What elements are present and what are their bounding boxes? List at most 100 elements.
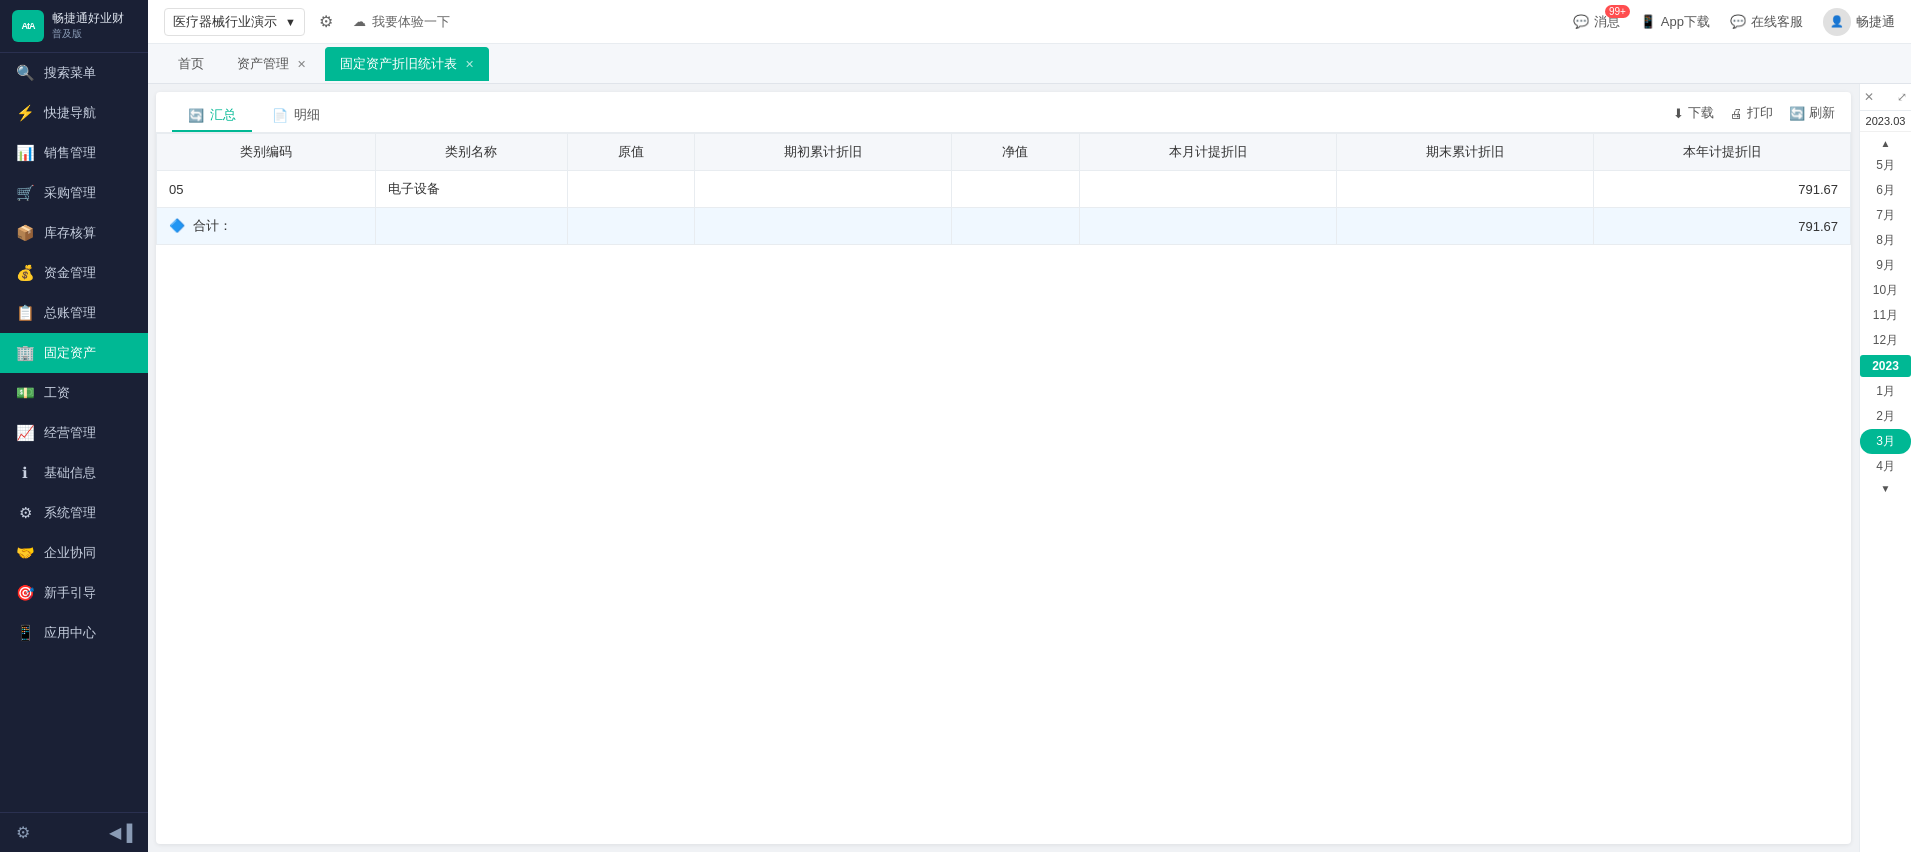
sidebar-footer: ⚙ ◀▐: [0, 812, 148, 852]
total-expand-icon[interactable]: 🔷: [169, 218, 185, 233]
col-initial-accum: 期初累计折旧: [695, 134, 952, 171]
month-7[interactable]: 7月: [1860, 203, 1911, 228]
sidebar-item-label: 固定资产: [44, 344, 96, 362]
sidebar-item-ledger[interactable]: 📋 总账管理: [0, 293, 148, 333]
month-11[interactable]: 11月: [1860, 303, 1911, 328]
basicinfo-icon: ℹ: [16, 464, 34, 482]
subtab-detail[interactable]: 📄 明细: [256, 100, 336, 132]
month-3-active[interactable]: 3月: [1860, 429, 1911, 454]
tab-assets-mgmt[interactable]: 资产管理 ✕: [222, 47, 321, 81]
col-name: 类别名称: [375, 134, 567, 171]
month-5[interactable]: 5月: [1860, 153, 1911, 178]
messages-button[interactable]: 💬 消息 99+: [1573, 13, 1620, 31]
quicknav-icon: ⚡: [16, 104, 34, 122]
month-12[interactable]: 12月: [1860, 328, 1911, 353]
sidebar-item-quicknav[interactable]: ⚡ 快捷导航: [0, 93, 148, 133]
print-icon: 🖨: [1730, 106, 1743, 121]
sidebar-item-label: 销售管理: [44, 144, 96, 162]
month-2[interactable]: 2月: [1860, 404, 1911, 429]
cell-code: 05: [157, 171, 376, 208]
search-icon: 🔍: [16, 64, 34, 82]
month-4[interactable]: 4月: [1860, 454, 1911, 479]
nav-up-button[interactable]: ▲: [1860, 134, 1911, 153]
sidebar-item-label: 库存核算: [44, 224, 96, 242]
customer-service-button[interactable]: 💬 在线客服: [1730, 13, 1803, 31]
download-button[interactable]: ⬇ 下载: [1673, 104, 1714, 122]
sidebar-item-assets[interactable]: 🏢 固定资产: [0, 333, 148, 373]
logo-sub: 普及版: [52, 27, 124, 41]
sidebar-item-label: 系统管理: [44, 504, 96, 522]
app-logo: AtA 畅捷通好业财 普及版: [0, 0, 148, 53]
sidebar-item-label: 搜索菜单: [44, 64, 96, 82]
month-9[interactable]: 9月: [1860, 253, 1911, 278]
sidebar-item-guide[interactable]: 🎯 新手引导: [0, 573, 148, 613]
subtab-bar: 🔄 汇总 📄 明细 ⬇ 下载 🖨 打印: [156, 92, 1851, 133]
sales-icon: 📊: [16, 144, 34, 162]
total-label: 合计：: [193, 218, 232, 233]
tab-depreciation[interactable]: 固定资产折旧统计表 ✕: [325, 47, 489, 81]
sidebar-item-label: 基础信息: [44, 464, 96, 482]
sidebar-item-enterprise[interactable]: 🤝 企业协同: [0, 533, 148, 573]
close-panel-icon[interactable]: ✕: [1864, 90, 1874, 104]
company-selector[interactable]: 医疗器械行业演示 ▼: [164, 8, 305, 36]
sidebar-item-payroll[interactable]: 💵 工资: [0, 373, 148, 413]
sidebar-item-search[interactable]: 🔍 搜索菜单: [0, 53, 148, 93]
month-6[interactable]: 6月: [1860, 178, 1911, 203]
month-8[interactable]: 8月: [1860, 228, 1911, 253]
sidebar-item-label: 总账管理: [44, 304, 96, 322]
total-period-end-accum: [1336, 208, 1593, 245]
logo-icon: AtA: [12, 10, 44, 42]
settings-footer-icon[interactable]: ⚙: [16, 823, 30, 842]
col-net: 净值: [952, 134, 1079, 171]
refresh-button[interactable]: 🔄 刷新: [1789, 104, 1835, 122]
download-label: 下载: [1688, 104, 1714, 122]
sidebar-item-label: 企业协同: [44, 544, 96, 562]
collapse-sidebar-icon[interactable]: ◀▐: [109, 823, 132, 842]
expand-panel-icon[interactable]: ⤢: [1897, 90, 1907, 104]
month-list: ▲ 5月 6月 7月 8月 9月 10月 11月 12月 2023 1月 2月 …: [1860, 132, 1911, 852]
subtab-summary[interactable]: 🔄 汇总: [172, 100, 252, 132]
month-1[interactable]: 1月: [1860, 379, 1911, 404]
logo-text: 畅捷通好业财: [52, 11, 124, 27]
col-monthly-depr: 本月计提折旧: [1079, 134, 1336, 171]
sidebar-item-inventory[interactable]: 📦 库存核算: [0, 213, 148, 253]
close-depreciation-tab-icon[interactable]: ✕: [465, 58, 474, 71]
subtab-left: 🔄 汇总 📄 明细: [172, 100, 336, 132]
sidebar-item-operations[interactable]: 📈 经营管理: [0, 413, 148, 453]
cell-period-end-accum: [1336, 171, 1593, 208]
sidebar-item-basicinfo[interactable]: ℹ 基础信息: [0, 453, 148, 493]
sidebar-item-purchase[interactable]: 🛒 采购管理: [0, 173, 148, 213]
close-assets-mgmt-tab-icon[interactable]: ✕: [297, 58, 306, 71]
total-row: 🔷 合计： 791.67: [157, 208, 1851, 245]
app-download-button[interactable]: 📱 App下载: [1640, 13, 1710, 31]
total-name: [375, 208, 567, 245]
year-2023-marker: 2023: [1860, 355, 1911, 377]
download-icon: ⬇: [1673, 106, 1684, 121]
chevron-down-icon: ▼: [285, 16, 296, 28]
cloud-icon: ☁: [353, 14, 366, 29]
total-original: [567, 208, 694, 245]
sidebar-item-appcenter[interactable]: 📱 应用中心: [0, 613, 148, 653]
total-yearly-depr: 791.67: [1593, 208, 1850, 245]
tab-bar: 首页 资产管理 ✕ 固定资产折旧统计表 ✕: [148, 44, 1911, 84]
total-net: [952, 208, 1079, 245]
table-row: 05 电子设备 791.67: [157, 171, 1851, 208]
cell-net: [952, 171, 1079, 208]
topbar: 医疗器械行业演示 ▼ ⚙ ☁ 我要体验一下 💬 消息 99+ 📱 App下载 💬…: [148, 0, 1911, 44]
experience-button[interactable]: ☁ 我要体验一下: [353, 13, 450, 31]
col-yearly-depr: 本年计提折旧: [1593, 134, 1850, 171]
user-profile[interactable]: 👤 畅捷通: [1823, 8, 1895, 36]
print-button[interactable]: 🖨 打印: [1730, 104, 1773, 122]
sidebar-nav: 🔍 搜索菜单 ⚡ 快捷导航 📊 销售管理 🛒 采购管理 📦 库存核算 💰 资金管…: [0, 53, 148, 812]
topbar-settings-icon[interactable]: ⚙: [315, 8, 337, 35]
tab-home[interactable]: 首页: [164, 47, 218, 81]
nav-down-button[interactable]: ▼: [1860, 479, 1911, 498]
sidebar-item-system[interactable]: ⚙ 系统管理: [0, 493, 148, 533]
ledger-icon: 📋: [16, 304, 34, 322]
sidebar-item-finance[interactable]: 💰 资金管理: [0, 253, 148, 293]
sidebar-item-sales[interactable]: 📊 销售管理: [0, 133, 148, 173]
month-10[interactable]: 10月: [1860, 278, 1911, 303]
finance-icon: 💰: [16, 264, 34, 282]
refresh-label: 刷新: [1809, 104, 1835, 122]
toolbar-right: ⬇ 下载 🖨 打印 🔄 刷新: [1673, 104, 1835, 128]
